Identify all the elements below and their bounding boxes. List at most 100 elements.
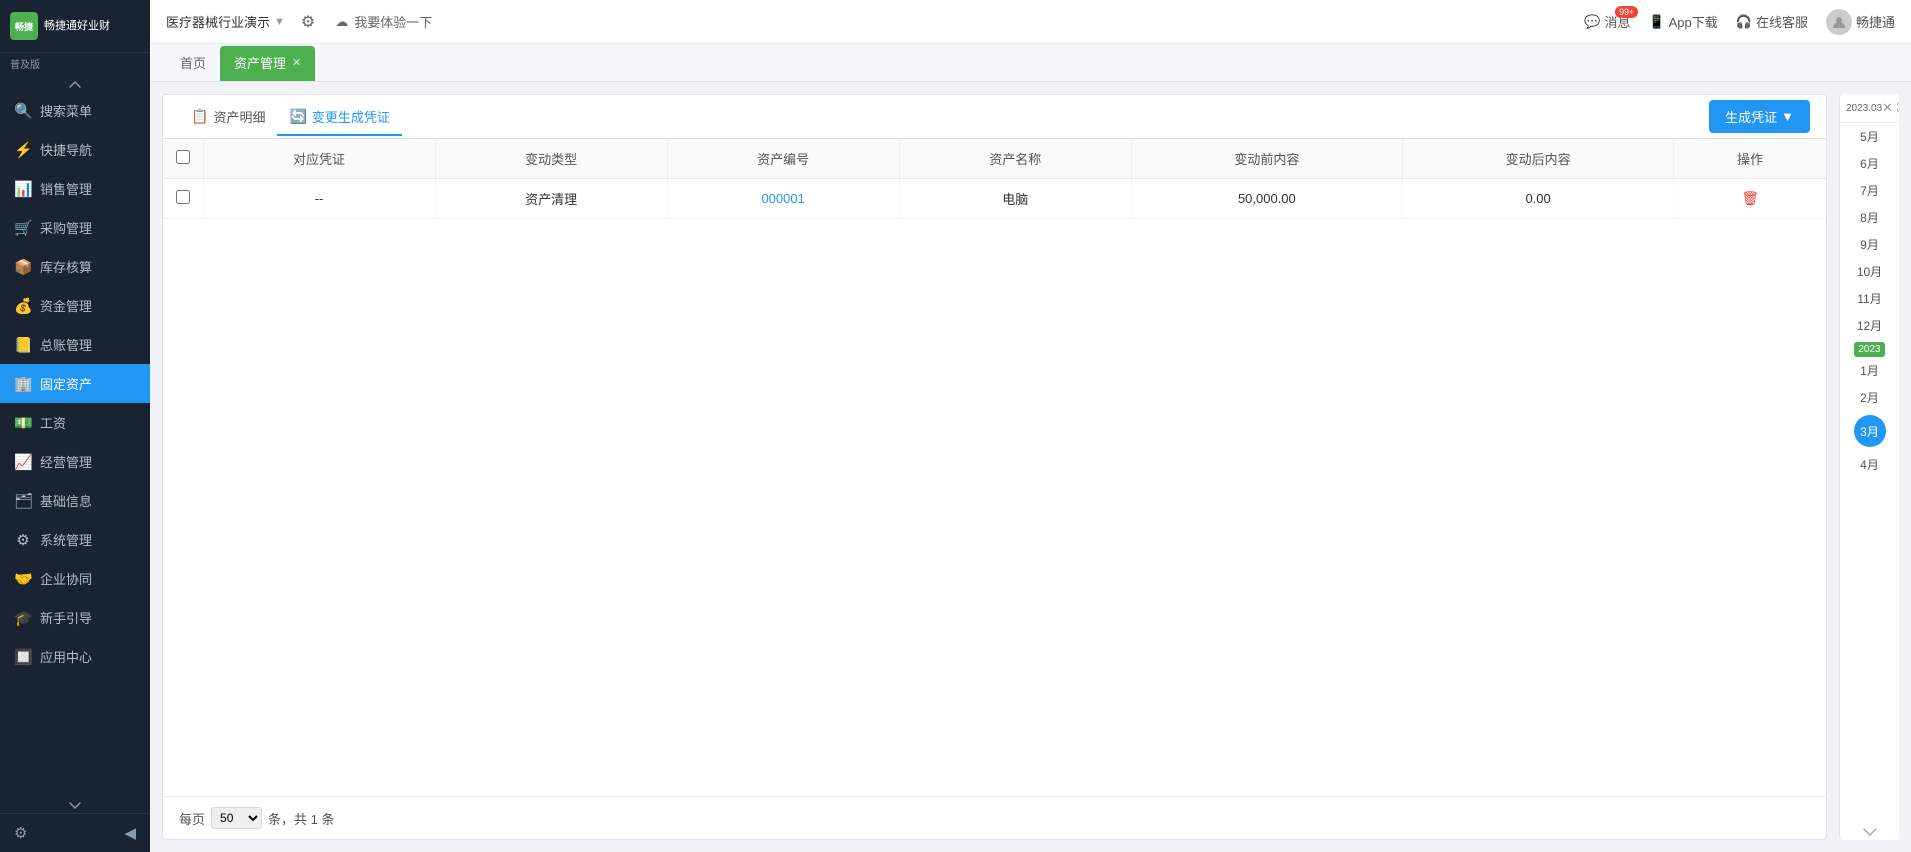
sidebar-item-search[interactable]: 🔍 搜索菜单	[0, 91, 150, 130]
sidebar-item-operations[interactable]: 📈 经营管理	[0, 442, 150, 481]
th-asset-name: 资产名称	[899, 139, 1131, 179]
main-area: 医疗器械行业演示 ▼ ⚙ ☁ 我要体验一下 💬 消息 99+ 📱 App下载 🎧…	[150, 0, 1911, 852]
sidebar-scroll-up[interactable]	[0, 77, 150, 91]
rp-title: 2023.03	[1846, 103, 1882, 114]
sidebar-item-payroll[interactable]: 💵 工资	[0, 403, 150, 442]
sidebar-scroll-down[interactable]	[0, 799, 150, 813]
experience-btn[interactable]: ☁ 我要体验一下	[335, 12, 432, 31]
rp-close-btn[interactable]: ✕	[1882, 100, 1893, 116]
sidebar-item-label: 总账管理	[40, 335, 92, 354]
th-before-change-label: 变动前内容	[1234, 152, 1299, 167]
tabbar: 首页 资产管理 ✕	[150, 44, 1911, 82]
delete-icon[interactable]: 🗑	[1741, 190, 1759, 206]
rp-expand-btn[interactable]: ⛶	[1897, 100, 1899, 116]
right-panel: 2023.03 ✕ ⛶ 5月 6月 7月 8月	[1839, 94, 1899, 840]
app-download-icon: 📱	[1648, 14, 1664, 30]
rp-month-8[interactable]: 8月	[1840, 204, 1899, 231]
asset-no-value: 000001	[761, 191, 804, 206]
th-before-change: 变动前内容	[1131, 139, 1402, 179]
tab-asset-management[interactable]: 资产管理 ✕	[220, 46, 315, 81]
per-page-label: 每页	[179, 809, 205, 828]
sidebar-item-label: 资金管理	[40, 296, 92, 315]
topbar-right: 💬 消息 99+ 📱 App下载 🎧 在线客服 畅捷通	[1584, 9, 1895, 35]
td-action[interactable]: 🗑	[1674, 179, 1826, 219]
app-download-btn[interactable]: 📱 App下载	[1648, 12, 1717, 31]
tab-home[interactable]: 首页	[166, 46, 220, 81]
sidebar-item-sales[interactable]: 📊 销售管理	[0, 169, 150, 208]
month-label: 3月	[1860, 423, 1879, 440]
company-selector[interactable]: 医疗器械行业演示 ▼	[166, 12, 285, 31]
sidebar-item-funds[interactable]: 💰 资金管理	[0, 286, 150, 325]
sidebar-item-purchase[interactable]: 🛒 采购管理	[0, 208, 150, 247]
rp-month-7[interactable]: 7月	[1840, 177, 1899, 204]
customer-service-btn[interactable]: 🎧 在线客服	[1736, 12, 1808, 31]
sidebar-item-system[interactable]: ⚙ 系统管理	[0, 520, 150, 559]
sidebar-item-label: 固定资产	[40, 374, 92, 393]
sidebar-item-app-center[interactable]: 🔲 应用中心	[0, 637, 150, 676]
sidebar-item-basic-info[interactable]: 🗂 基础信息	[0, 481, 150, 520]
td-asset-name: 电脑	[899, 179, 1131, 219]
change-voucher-icon: 🔄	[289, 108, 306, 125]
topbar: 医疗器械行业演示 ▼ ⚙ ☁ 我要体验一下 💬 消息 99+ 📱 App下载 🎧…	[150, 0, 1911, 44]
td-voucher: --	[203, 179, 435, 219]
topbar-settings-icon[interactable]: ⚙	[301, 12, 315, 32]
rp-month-12[interactable]: 12月	[1840, 312, 1899, 339]
sidebar-item-ledger[interactable]: 📒 总账管理	[0, 325, 150, 364]
th-action-label: 操作	[1737, 152, 1763, 167]
subtab-change-voucher[interactable]: 🔄 变更生成凭证	[277, 99, 401, 136]
rp-month-2023-4[interactable]: 4月	[1840, 451, 1899, 478]
sidebar-logo: 畅捷 畅捷通好业财	[0, 0, 150, 53]
sidebar-item-fixed-assets[interactable]: 🏢 固定资产	[0, 364, 150, 403]
tab-close-icon[interactable]: ✕	[292, 56, 301, 69]
rp-month-2023-3[interactable]: 3月	[1854, 415, 1886, 447]
settings-icon[interactable]: ⚙	[14, 824, 27, 842]
rp-month-5[interactable]: 5月	[1840, 123, 1899, 150]
month-label: 6月	[1860, 155, 1879, 172]
tab-active-label: 资产管理	[234, 53, 286, 72]
tab-home-label: 首页	[180, 53, 206, 72]
td-asset-no[interactable]: 000001	[667, 179, 899, 219]
rp-month-2023-1[interactable]: 1月	[1840, 357, 1899, 384]
rp-month-11[interactable]: 11月	[1840, 285, 1899, 312]
month-label: 12月	[1857, 317, 1882, 334]
sidebar-item-quick-nav[interactable]: ⚡ 快捷导航	[0, 130, 150, 169]
collapse-icon[interactable]: ◀	[124, 824, 136, 842]
generate-voucher-button[interactable]: 生成凭证 ▼	[1709, 100, 1810, 133]
sidebar-item-inventory[interactable]: 📦 库存核算	[0, 247, 150, 286]
month-label: 5月	[1860, 128, 1879, 145]
rp-scroll-down-btn[interactable]	[1840, 824, 1899, 840]
th-asset-no-label: 资产编号	[757, 152, 809, 167]
month-label: 2月	[1860, 389, 1879, 406]
rp-month-10[interactable]: 10月	[1840, 258, 1899, 285]
row-checkbox[interactable]	[176, 190, 190, 204]
sidebar-edition: 普及版	[0, 53, 150, 77]
sidebar-item-enterprise[interactable]: 🤝 企业协同	[0, 559, 150, 598]
month-label: 11月	[1857, 290, 1881, 307]
table-wrapper: 对应凭证 变动类型 资产编号 资产名称	[163, 139, 1826, 796]
messages-btn[interactable]: 💬 消息 99+	[1584, 12, 1630, 31]
app-download-label: App下载	[1669, 12, 1718, 31]
experience-icon: ☁	[335, 14, 348, 30]
subtab-asset-detail[interactable]: 📋 资产明细	[179, 99, 277, 136]
user-menu[interactable]: 畅捷通	[1826, 9, 1895, 35]
avatar	[1826, 9, 1852, 35]
rp-month-9[interactable]: 9月	[1840, 231, 1899, 258]
generate-voucher-btn-wrapper: 生成凭证 ▼	[1709, 100, 1810, 133]
per-page-select[interactable]: 50 10 20 100	[211, 807, 262, 829]
messages-icon: 💬	[1584, 14, 1600, 30]
select-all-checkbox[interactable]	[176, 150, 190, 164]
th-change-type: 变动类型	[435, 139, 667, 179]
year-label: 2023	[1854, 342, 1884, 357]
logo-icon: 畅捷	[10, 12, 38, 40]
month-label: 1月	[1860, 362, 1879, 379]
rp-month-2023-2[interactable]: 2月	[1840, 384, 1899, 411]
guide-icon: 🎓	[14, 609, 32, 627]
asset-detail-icon: 📋	[191, 108, 208, 125]
search-icon: 🔍	[14, 102, 32, 120]
before-change-value: 50,000.00	[1238, 191, 1296, 206]
th-action: 操作	[1674, 139, 1826, 179]
sidebar-item-label: 基础信息	[40, 491, 92, 510]
rp-month-6[interactable]: 6月	[1840, 150, 1899, 177]
sidebar-item-guide[interactable]: 🎓 新手引导	[0, 598, 150, 637]
th-after-change-label: 变动后内容	[1506, 152, 1571, 167]
